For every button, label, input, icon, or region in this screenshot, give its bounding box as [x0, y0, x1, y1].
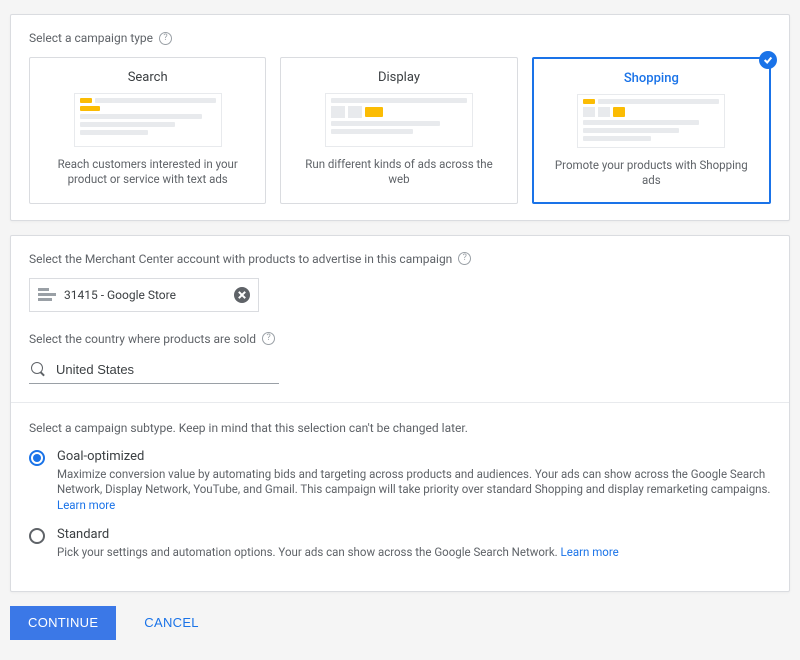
cancel-button[interactable]: CANCEL [126, 606, 217, 640]
radio-desc: Maximize conversion value by automating … [57, 467, 771, 514]
campaign-type-panel: Select a campaign type ? Search Reach cu… [10, 14, 790, 221]
merchant-label: Select the Merchant Center account with … [29, 252, 771, 266]
campaign-card-shopping[interactable]: Shopping Promote your products with Shop… [532, 57, 771, 204]
merchant-select[interactable]: 31415 - Google Store [29, 278, 259, 312]
card-desc: Reach customers interested in your produ… [42, 157, 253, 187]
radio-body: Standard Pick your settings and automati… [57, 527, 619, 561]
check-icon [759, 51, 777, 69]
radio-desc-text: Pick your settings and automation option… [57, 545, 558, 559]
radio-body: Goal-optimized Maximize conversion value… [57, 449, 771, 514]
merchant-value: 31415 - Google Store [64, 288, 176, 302]
display-thumb-icon [325, 93, 473, 147]
campaign-card-display[interactable]: Display Run different kinds of ads acros… [280, 57, 517, 204]
radio-desc: Pick your settings and automation option… [57, 545, 619, 561]
campaign-card-search[interactable]: Search Reach customers interested in you… [29, 57, 266, 204]
radio-standard[interactable]: Standard Pick your settings and automati… [29, 527, 771, 561]
help-icon[interactable]: ? [262, 332, 275, 345]
radio-goal-optimized[interactable]: Goal-optimized Maximize conversion value… [29, 449, 771, 514]
radio-icon [29, 450, 45, 466]
radio-desc-text: Maximize conversion value by automating … [57, 467, 770, 497]
shopping-thumb-icon [577, 94, 725, 148]
continue-button[interactable]: CONTINUE [10, 606, 116, 640]
card-title: Search [42, 70, 253, 85]
subtype-label: Select a campaign subtype. Keep in mind … [29, 421, 771, 435]
subtype-label-text: Select a campaign subtype. Keep in mind … [29, 421, 468, 435]
help-icon[interactable]: ? [458, 252, 471, 265]
card-title: Display [293, 70, 504, 85]
divider [11, 402, 789, 403]
campaign-type-cards: Search Reach customers interested in you… [29, 57, 771, 204]
country-input[interactable] [56, 362, 277, 377]
search-thumb-icon [74, 93, 222, 147]
clear-icon[interactable] [234, 287, 250, 303]
card-desc: Promote your products with Shopping ads [546, 158, 757, 188]
radio-title: Goal-optimized [57, 449, 771, 464]
radio-icon [29, 528, 45, 544]
campaign-type-label: Select a campaign type ? [29, 31, 771, 45]
card-title: Shopping [546, 71, 757, 86]
footer-actions: CONTINUE CANCEL [10, 606, 790, 640]
country-label: Select the country where products are so… [29, 332, 771, 346]
search-icon [31, 362, 46, 377]
campaign-settings-panel: Select the Merchant Center account with … [10, 235, 790, 592]
campaign-type-label-text: Select a campaign type [29, 31, 153, 45]
country-label-text: Select the country where products are so… [29, 332, 256, 346]
learn-more-link[interactable]: Learn more [561, 545, 619, 559]
help-icon[interactable]: ? [159, 32, 172, 45]
card-desc: Run different kinds of ads across the we… [293, 157, 504, 187]
radio-title: Standard [57, 527, 619, 542]
merchant-label-text: Select the Merchant Center account with … [29, 252, 452, 266]
learn-more-link[interactable]: Learn more [57, 498, 115, 512]
merchant-icon [38, 288, 56, 302]
country-input-row[interactable] [29, 358, 279, 384]
